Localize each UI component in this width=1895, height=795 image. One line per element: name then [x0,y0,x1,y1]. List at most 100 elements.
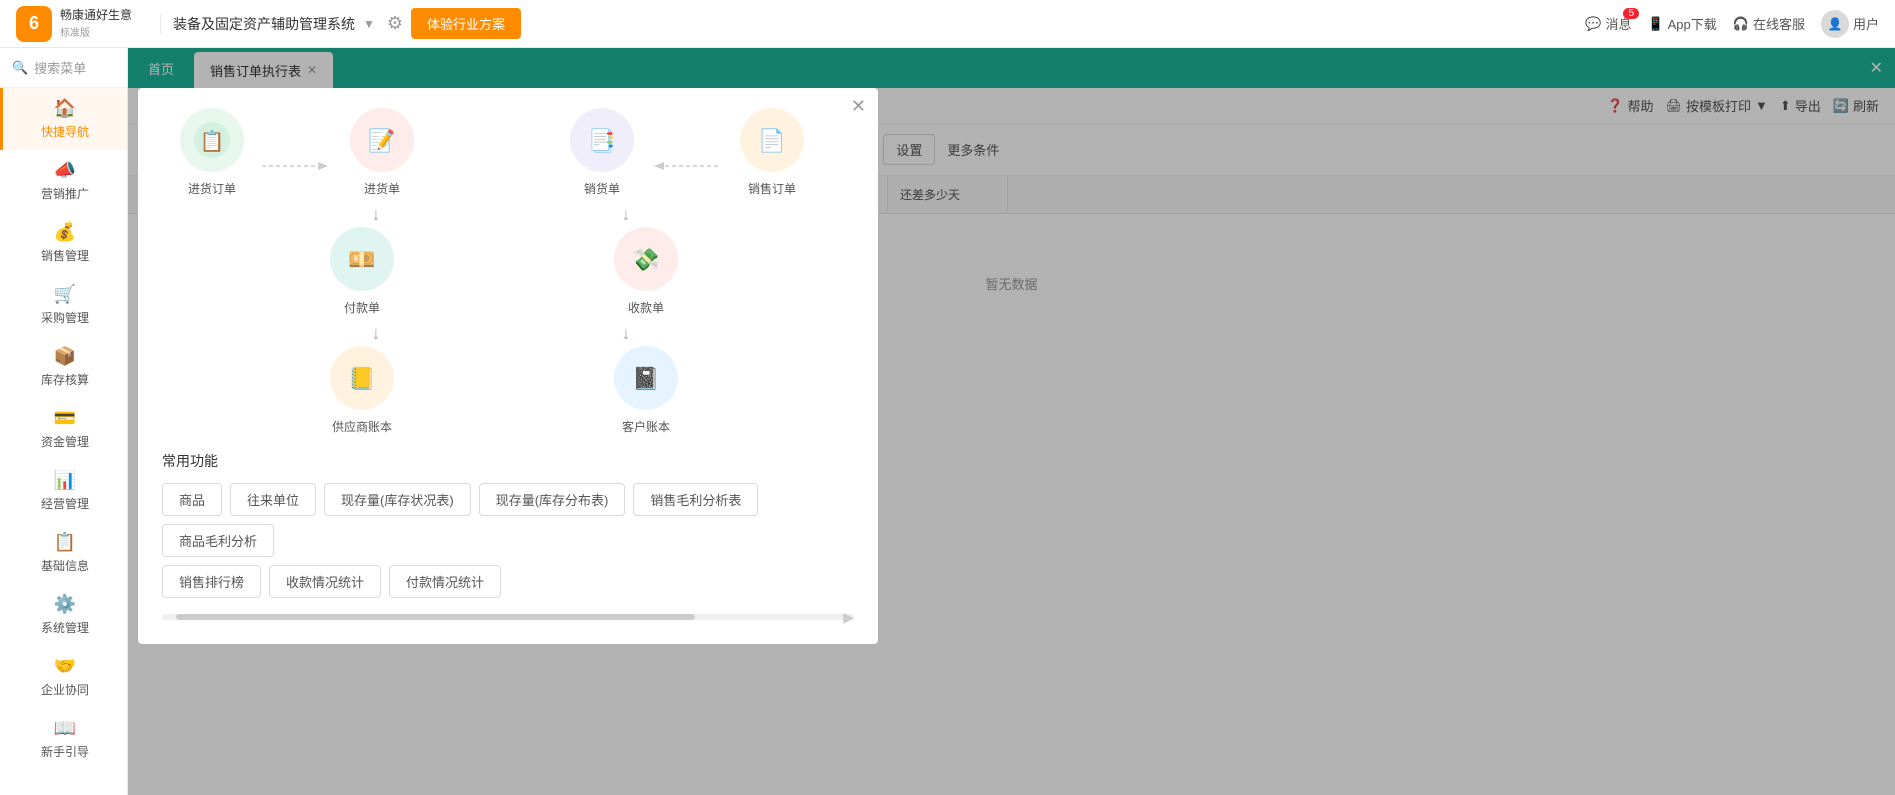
arrow-svg-1 [262,159,332,173]
spacer-arrow-2 [408,205,594,223]
search-label: 搜索菜单 [34,58,86,77]
modal-overlay: ✕ 📋 进货订单 [128,48,1895,795]
logo-text: 畅康通好生意 [60,8,132,24]
sales-order-label: 销售订单 [748,180,796,197]
flow-node-payment[interactable]: 💴 付款单 [312,227,412,316]
sidebar-item-label: 快捷导航 [41,123,89,140]
logo-area: 6 畅康通好生意 标准版 [16,6,132,42]
btn-product[interactable]: 商品 [162,483,222,516]
sidebar-item-label: 企业协同 [41,681,89,698]
search-icon: 🔍 [12,60,28,76]
spacer-arrow-1 [162,205,344,223]
second-flow-row: 💴 付款单 💸 收款单 [162,227,854,316]
customer-account-label: 客户账本 [622,418,670,435]
sidebar-item-label: 库存核算 [41,371,89,388]
third-flow-row: 📒 供应商账本 📓 客户账本 [162,346,854,435]
logo-icon: 6 [16,6,52,42]
online-service-label: 在线客服 [1753,14,1805,33]
basic-info-icon: 📋 [54,532,76,553]
sidebar-item-label: 营销推广 [41,185,89,202]
flow-node-sales-order[interactable]: 📄 销售订单 [722,108,822,197]
modal-close-icon[interactable]: ✕ [851,96,866,117]
flow-node-purchase-bill[interactable]: 📝 进货单 [332,108,432,197]
payment-label: 付款单 [344,299,380,316]
finance-icon: 💳 [54,408,76,429]
btn-sales-profit[interactable]: 销售毛利分析表 [633,483,758,516]
sidebar-item-marketing[interactable]: 📣 营销推广 [0,150,127,212]
btn-payment-stats[interactable]: 付款情况统计 [389,565,501,598]
btn-sales-ranking[interactable]: 销售排行榜 [162,565,261,598]
supplier-account-label: 供应商账本 [332,418,392,435]
sidebar-item-sales[interactable]: 💰 销售管理 [0,212,127,274]
system-icon: ⚙️ [54,594,76,615]
flow-modal: ✕ 📋 进货订单 [138,88,878,644]
purchase-order-svg: 📋 [194,122,230,158]
sales-bill-circle: 📑 [570,108,634,172]
common-functions: 常用功能 商品 往来单位 现存量(库存状况表) 现存量(库存分布表) 销售毛利分… [138,451,878,610]
scrollbar-thumb [176,614,695,620]
inventory-icon: 📦 [54,346,76,367]
supplier-account-circle: 📒 [330,346,394,410]
app-download-item[interactable]: 📱 App下载 [1647,14,1716,33]
app-download-label: App下载 [1668,14,1717,33]
sidebar-item-basic-info[interactable]: 📋 基础信息 [0,522,127,584]
sidebar-item-finance[interactable]: 💳 资金管理 [0,398,127,460]
btn-receipt-stats[interactable]: 收款情况统计 [269,565,381,598]
dropdown-icon[interactable]: ▼ [363,17,375,31]
customer-svg: 📓 [628,360,664,396]
receipt-circle: 💸 [614,227,678,291]
sidebar-item-newcomer[interactable]: 📖 新手引导 [0,708,127,770]
sidebar-item-inventory[interactable]: 📦 库存核算 [0,336,127,398]
download-icon: 📱 [1647,16,1663,32]
message-item[interactable]: 💬 消息 5 [1585,14,1631,33]
settings-icon[interactable]: ⚙ [387,13,403,34]
customer-account-circle: 📓 [614,346,678,410]
btn-counterpart[interactable]: 往来单位 [230,483,316,516]
sidebar-item-label: 基础信息 [41,557,89,574]
scroll-right-icon[interactable]: ▶ [843,609,854,626]
down-arrow-receipt: ↓ [594,324,658,342]
sidebar-item-operations[interactable]: 📊 经营管理 [0,460,127,522]
svg-text:📋: 📋 [200,129,225,153]
sidebar-item-quick-nav[interactable]: 🏠 快捷导航 [0,88,127,150]
arrow-1 [262,159,332,197]
btn-product-profit[interactable]: 商品毛利分析 [162,524,274,557]
newcomer-icon: 📖 [54,718,76,739]
btn-stock-distribution[interactable]: 现存量(库存分布表) [479,483,626,516]
message-icon: 💬 [1585,16,1601,32]
btn-stock-status[interactable]: 现存量(库存状况表) [324,483,471,516]
sidebar-item-label: 资金管理 [41,433,89,450]
sales-order-circle: 📄 [740,108,804,172]
flow-node-customer-account[interactable]: 📓 客户账本 [596,346,696,435]
svg-text:📓: 📓 [632,366,659,391]
scrollbar-track[interactable]: ▶ [162,614,854,620]
sidebar: 🔍 搜索菜单 🏠 快捷导航 📣 营销推广 💰 销售管理 🛒 采购管理 📦 [0,48,128,795]
down-arrow-payment: ↓ [344,324,408,342]
purchase-bill-svg: 📝 [364,122,400,158]
flow-diagram: 📋 进货订单 📝 [138,88,878,435]
sidebar-item-purchase[interactable]: 🛒 采购管理 [0,274,127,336]
sales-order-svg: 📄 [754,122,790,158]
sidebar-item-system[interactable]: ⚙️ 系统管理 [0,584,127,646]
sidebar-item-label: 经营管理 [41,495,89,512]
search-menu[interactable]: 🔍 搜索菜单 [0,48,127,88]
spacer-arrow-3 [162,324,344,342]
marketing-icon: 📣 [54,160,76,181]
common-btns-row-2: 销售排行榜 收款情况统计 付款情况统计 [162,565,854,598]
service-icon: 🎧 [1733,16,1749,32]
flow-node-purchase-order[interactable]: 📋 进货订单 [162,108,262,197]
flow-node-receipt[interactable]: 💸 收款单 [596,227,696,316]
sidebar-item-enterprise[interactable]: 🤝 企业协同 [0,646,127,708]
user-item[interactable]: 👤 用户 [1821,10,1879,38]
top-bar: 6 畅康通好生意 标准版 装备及固定资产辅助管理系统 ▼ ⚙ 体验行业方案 💬 … [0,0,1895,48]
sales-bill-svg: 📑 [584,122,620,158]
svg-text:📝: 📝 [368,128,395,153]
online-service-item[interactable]: 🎧 在线客服 [1733,14,1805,33]
system-name: 装备及固定资产辅助管理系统 [173,14,355,34]
trial-button[interactable]: 体验行业方案 [411,8,521,39]
message-badge: 5 [1623,8,1639,19]
supplier-svg: 📒 [344,360,380,396]
flow-node-supplier-account[interactable]: 📒 供应商账本 [312,346,412,435]
down-arrow-purchase-bill: ↓ [344,205,408,223]
flow-node-sales-bill[interactable]: 📑 销货单 [552,108,652,197]
